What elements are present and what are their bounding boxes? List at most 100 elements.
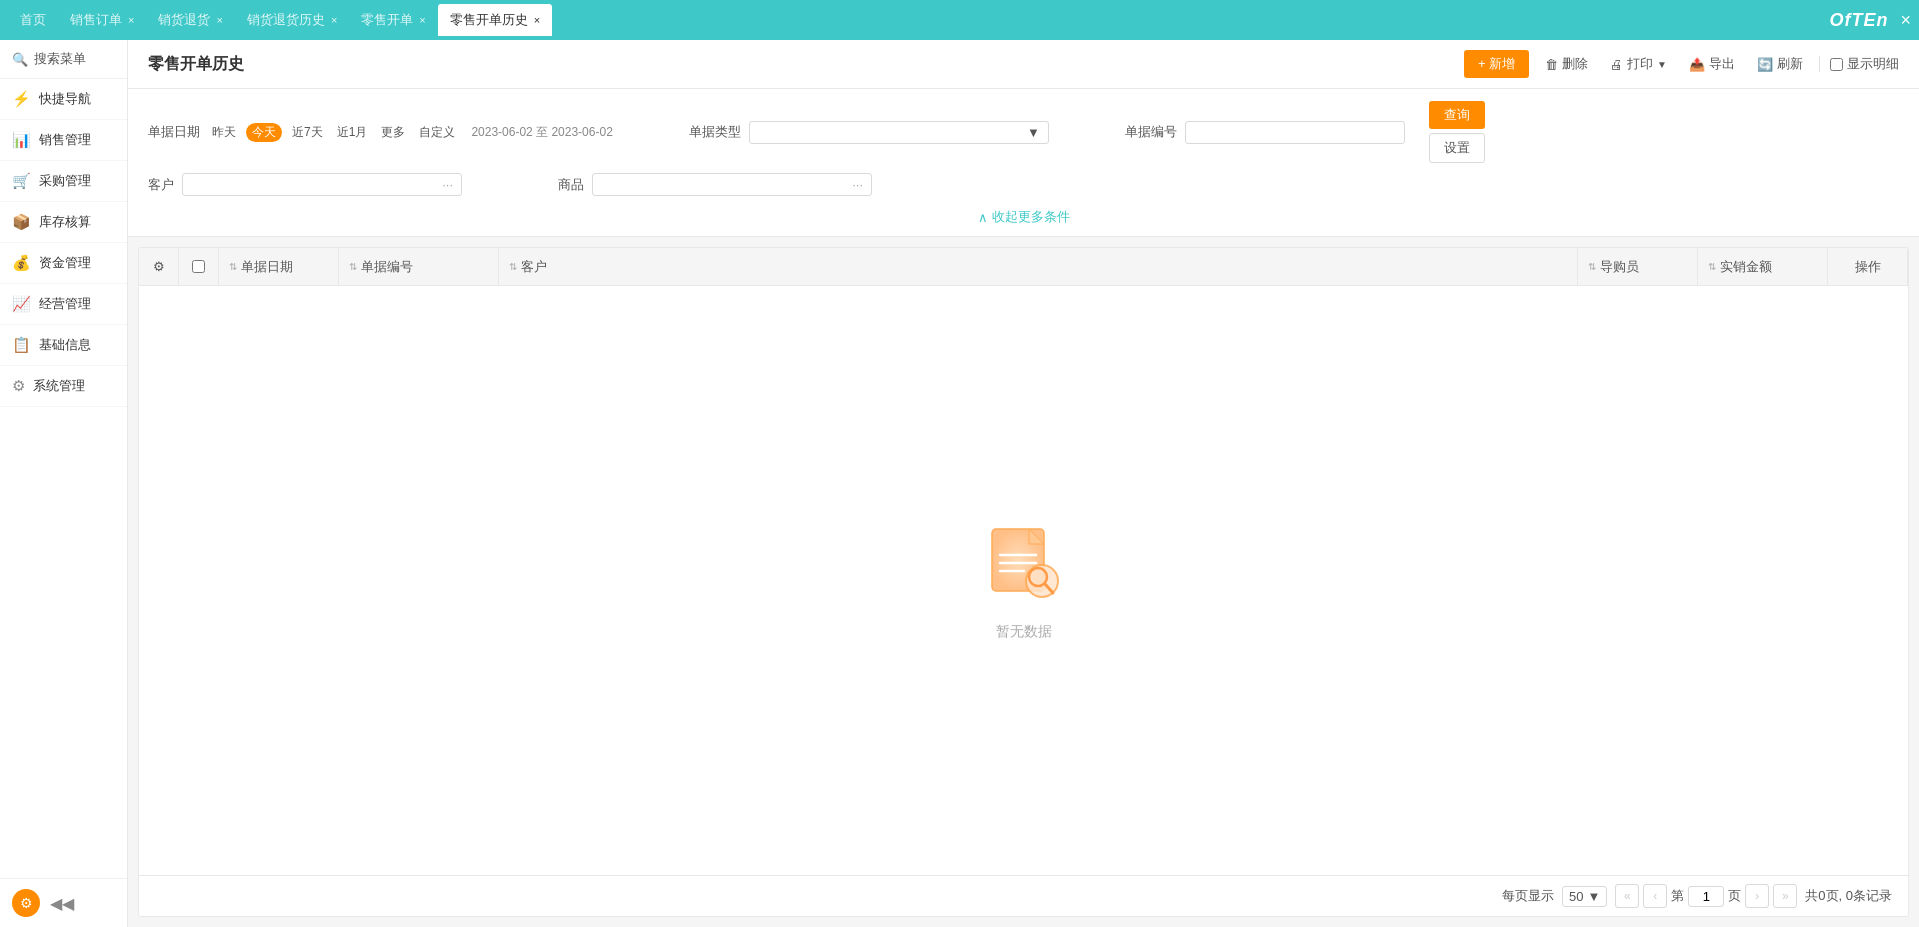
th-guide[interactable]: ⇅ 导购员	[1578, 248, 1698, 285]
tab-home[interactable]: 首页	[8, 4, 58, 36]
inventory-icon: 📦	[12, 213, 31, 231]
close-tab-retail-order[interactable]: ×	[419, 14, 425, 26]
display-detail-checkbox-label[interactable]: 显示明细	[1830, 55, 1899, 73]
close-tab-return[interactable]: ×	[216, 14, 222, 26]
sidebar: 🔍 搜索菜单 ⚡ 快捷导航 📊 销售管理 🛒 采购管理 📦 库存核算 💰 资金管…	[0, 40, 128, 927]
export-button[interactable]: 📤 导出	[1683, 52, 1741, 76]
close-tab-sales-order[interactable]: ×	[128, 14, 134, 26]
shortcut-7days[interactable]: 近7天	[288, 123, 327, 142]
sidebar-search[interactable]: 🔍 搜索菜单	[0, 40, 127, 79]
th-order-no[interactable]: ⇅ 单据编号	[339, 248, 499, 285]
th-settings[interactable]: ⚙	[139, 248, 179, 285]
first-page-button[interactable]: «	[1615, 884, 1639, 908]
collapse-sidebar-button[interactable]: ◀◀	[48, 889, 76, 917]
product-input[interactable]: ···	[592, 173, 872, 196]
page-suffix: 页	[1728, 887, 1741, 905]
customer-input[interactable]: ···	[182, 173, 462, 196]
collapse-icon: ∧	[978, 210, 988, 225]
tab-retail-order-history[interactable]: 零售开单历史 ×	[438, 4, 552, 36]
add-button[interactable]: 🗑 删除	[1539, 52, 1594, 76]
quick-nav-icon: ⚡	[12, 90, 31, 108]
pagination: 每页显示 50 ▼ « ‹ 第 页 › » 共0页, 0条记录	[139, 875, 1908, 916]
sidebar-item-inventory[interactable]: 📦 库存核算	[0, 202, 127, 243]
last-page-button[interactable]: »	[1773, 884, 1797, 908]
print-button[interactable]: 🖨 打印 ▼	[1604, 52, 1673, 76]
brand-label: OfTEn	[1829, 10, 1888, 31]
th-checkbox[interactable]	[179, 248, 219, 285]
date-range-display: 2023-06-02 至 2023-06-02	[471, 124, 612, 141]
collapse-filter-button[interactable]: ∧ 收起更多条件	[978, 206, 1070, 228]
order-no-input[interactable]	[1185, 121, 1405, 144]
sidebar-item-finance[interactable]: 💰 资金管理	[0, 243, 127, 284]
total-label: 共0页, 0条记录	[1805, 887, 1892, 905]
search-icon: 🔍	[12, 52, 28, 67]
sidebar-item-quick-nav[interactable]: ⚡ 快捷导航	[0, 79, 127, 120]
date-shortcuts: 昨天 今天 近7天 近1月 更多 自定义	[208, 123, 459, 142]
th-actions: 操作	[1828, 248, 1908, 285]
action-buttons: 查询 设置	[1429, 101, 1485, 163]
sidebar-item-sales[interactable]: 📊 销售管理	[0, 120, 127, 161]
select-all-checkbox[interactable]	[192, 260, 205, 273]
product-filter-group: 商品 ···	[558, 173, 872, 196]
query-submit-button[interactable]: 查询	[1429, 101, 1485, 129]
th-date[interactable]: ⇅ 单据日期	[219, 248, 339, 285]
toolbar: + 新增 🗑 删除 🖨 打印 ▼ 📤 导出 🔄 刷新	[1464, 50, 1899, 78]
close-tab-return-history[interactable]: ×	[331, 14, 337, 26]
display-detail-checkbox[interactable]	[1830, 58, 1843, 71]
filter-row-2: 客户 ··· 商品 ···	[148, 173, 1899, 196]
tab-return-history[interactable]: 销货退货历史 ×	[235, 4, 349, 36]
type-select-arrow: ▼	[1027, 125, 1040, 140]
purchase-icon: 🛒	[12, 172, 31, 190]
finance-icon: 💰	[12, 254, 31, 272]
settings-button[interactable]: ⚙	[12, 889, 40, 917]
settings-column-icon: ⚙	[153, 259, 165, 274]
filter-row-1: 单据日期 昨天 今天 近7天 近1月 更多 自定义 2023-06-02 至 2…	[148, 101, 1899, 163]
shortcut-today[interactable]: 今天	[246, 123, 282, 142]
shortcut-custom[interactable]: 自定义	[415, 123, 459, 142]
refresh-button[interactable]: 🔄 刷新	[1751, 52, 1809, 76]
table-area: ⚙ ⇅ 单据日期 ⇅ 单据编号 ⇅ 客户 ⇅	[138, 247, 1909, 917]
toolbar-divider	[1819, 56, 1820, 72]
filter-area: 单据日期 昨天 今天 近7天 近1月 更多 自定义 2023-06-02 至 2…	[128, 89, 1919, 237]
tab-retail-order[interactable]: 零售开单 ×	[349, 4, 437, 36]
shortcut-1month[interactable]: 近1月	[333, 123, 372, 142]
sidebar-item-system[interactable]: ⚙ 系统管理	[0, 366, 127, 407]
sort-date-icon: ⇅	[229, 261, 237, 272]
tab-return[interactable]: 销货退货 ×	[146, 4, 234, 36]
type-select[interactable]: ▼	[749, 121, 1049, 144]
shortcut-more[interactable]: 更多	[377, 123, 409, 142]
print-icon: 🖨	[1610, 57, 1623, 72]
next-page-button[interactable]: ›	[1745, 884, 1769, 908]
sidebar-bottom: ⚙ ◀◀	[0, 878, 127, 927]
print-dropdown-icon: ▼	[1657, 59, 1667, 70]
layout: 🔍 搜索菜单 ⚡ 快捷导航 📊 销售管理 🛒 采购管理 📦 库存核算 💰 资金管…	[0, 40, 1919, 927]
type-filter-group: 单据类型 ▼	[689, 121, 1049, 144]
topbar-right: OfTEn ×	[1829, 10, 1911, 31]
main-content: 零售开单历史 + 新增 🗑 删除 🖨 打印 ▼ 📤 导出 🔄	[128, 40, 1919, 927]
settings-btn[interactable]: 设置	[1429, 133, 1485, 163]
sidebar-item-operations[interactable]: 📈 经营管理	[0, 284, 127, 325]
empty-text: 暂无数据	[996, 623, 1052, 641]
page-nav: « ‹ 第 页 › »	[1615, 884, 1797, 908]
th-amount[interactable]: ⇅ 实销金额	[1698, 248, 1828, 285]
query-button[interactable]: + 新增	[1464, 50, 1529, 78]
table-header: ⚙ ⇅ 单据日期 ⇅ 单据编号 ⇅ 客户 ⇅	[139, 248, 1908, 286]
sales-icon: 📊	[12, 131, 31, 149]
sidebar-item-basic-info[interactable]: 📋 基础信息	[0, 325, 127, 366]
tab-sales-order[interactable]: 销售订单 ×	[58, 4, 146, 36]
shortcut-yesterday[interactable]: 昨天	[208, 123, 240, 142]
page-title: 零售开单历史	[148, 54, 244, 75]
sidebar-item-purchase[interactable]: 🛒 采购管理	[0, 161, 127, 202]
close-tab-retail-order-history[interactable]: ×	[534, 14, 540, 26]
add-icon: 🗑	[1545, 57, 1558, 72]
top-bar: 首页 销售订单 × 销货退货 × 销货退货历史 × 零售开单 × 零售开单历史 …	[0, 0, 1919, 40]
page-number-input[interactable]	[1688, 886, 1724, 907]
per-page-select[interactable]: 50 ▼	[1562, 886, 1607, 907]
prev-page-button[interactable]: ‹	[1643, 884, 1667, 908]
sort-order-icon: ⇅	[349, 261, 357, 272]
per-page-arrow: ▼	[1587, 889, 1600, 904]
page-label: 第	[1671, 887, 1684, 905]
collapse-row: ∧ 收起更多条件	[148, 206, 1899, 228]
th-customer[interactable]: ⇅ 客户	[499, 248, 1578, 285]
topbar-close-icon[interactable]: ×	[1900, 10, 1911, 31]
